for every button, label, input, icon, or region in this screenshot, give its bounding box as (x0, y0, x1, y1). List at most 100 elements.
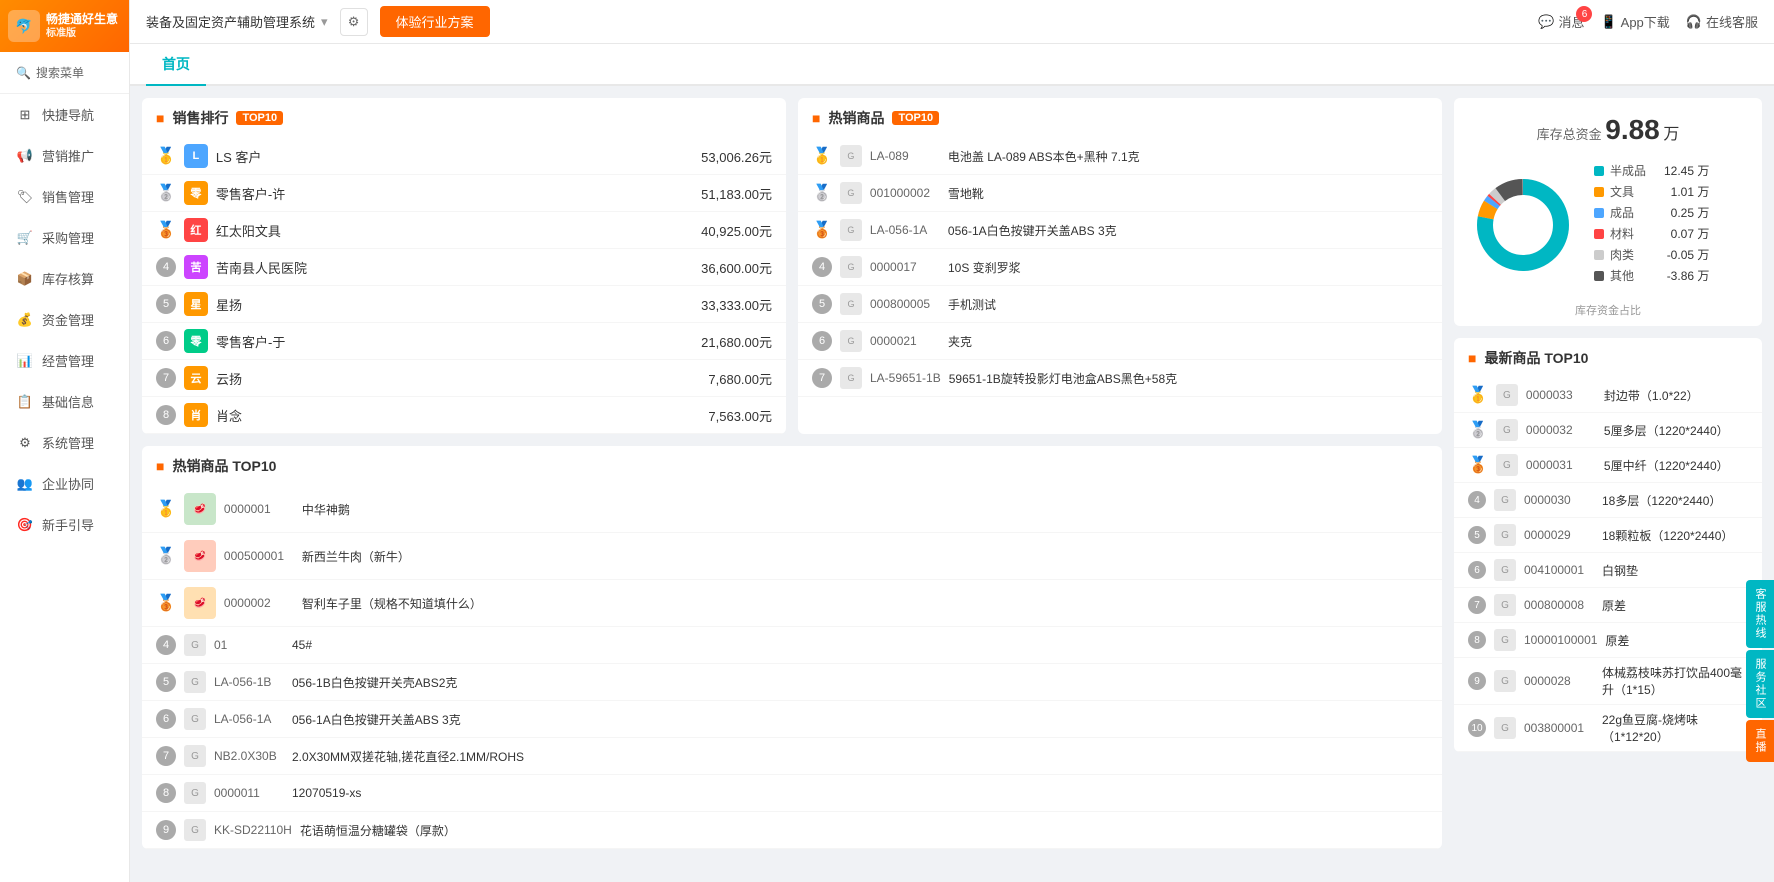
hot-right-code-2: 001000002 (870, 186, 940, 200)
nav-finance-icon: 💰 (16, 311, 34, 329)
nav-item-guide[interactable]: 🎯 新手引导 (0, 504, 129, 545)
hot-right-code-7: LA-59651-1B (870, 371, 941, 385)
legend-dot-1 (1594, 187, 1604, 197)
hot-main-name-9: 花语萌恒温分糖罐袋（厚款） (300, 822, 1428, 839)
nav-item-sales[interactable]: 🏷 销售管理 (0, 176, 129, 217)
nav-item-operations[interactable]: 📊 经营管理 (0, 340, 129, 381)
float-service: 客服热线 服务社区 直播 (1746, 580, 1774, 762)
live-button[interactable]: 直播 (1746, 720, 1774, 762)
latest-code-7: 000800008 (1524, 598, 1594, 612)
latest-num-5: 5 (1468, 526, 1486, 544)
latest-row-7: 7 G 000800008 原差 (1454, 588, 1762, 623)
sales-rank-heading: 销售排行 (172, 108, 228, 128)
latest-name-3: 5厘中纤（1220*2440） (1604, 457, 1748, 474)
nav-item-marketing[interactable]: 📢 营销推广 (0, 135, 129, 176)
latest-img-7: G (1494, 594, 1516, 616)
nav-item-purchase[interactable]: 🛒 采购管理 (0, 217, 129, 258)
hot-main-medal-3: 🥉 (156, 593, 176, 613)
hot-right-img-5: G (840, 293, 862, 315)
nav-inventory-icon: 📦 (16, 270, 34, 288)
hot-main-row-4: 4 G 01 45# (142, 627, 1442, 664)
hot-products-right-title-icon: ■ (812, 110, 820, 126)
hot-right-medal-1: 🥇 (812, 146, 832, 166)
app-logo: 🐬 畅捷通好生意 标准版 (0, 0, 129, 52)
hot-right-num-4: 4 (812, 257, 832, 277)
main-area: 装备及固定资产辅助管理系统 ▾ ⚙ 体验行业方案 💬 消息 6 📱 App下载 … (130, 0, 1774, 882)
medal-3-icon: 🥉 (156, 220, 176, 240)
trial-button[interactable]: 体验行业方案 (380, 6, 490, 37)
hot-right-name-7: 59651-1B旋转投影灯电池盒ABS黑色+58克 (949, 370, 1428, 387)
settings-button[interactable]: ⚙ (340, 8, 368, 36)
online-service-button[interactable]: 🎧 在线客服 (1686, 12, 1758, 31)
latest-name-6: 白钢垫 (1602, 562, 1748, 579)
app-download-button[interactable]: 📱 App下载 (1600, 12, 1669, 31)
legend-item-5: 其他 -3.86 万 (1594, 267, 1709, 284)
hot-right-row-5: 5 G 000800005 手机测试 (798, 286, 1442, 323)
hot-main-img-8: G (184, 782, 206, 804)
sales-rank-row-7: 7 云 云扬 7,680.00元 (142, 360, 786, 397)
latest-code-2: 0000032 (1526, 423, 1596, 437)
rank-num-7: 7 (156, 368, 176, 388)
hot-products-main-title: 热销商品 TOP10 (172, 456, 276, 476)
nav-operations-icon: 📊 (16, 352, 34, 370)
hot-main-code-6: LA-056-1A (214, 712, 284, 726)
inventory-donut-chart (1468, 170, 1578, 280)
latest-num-8: 8 (1468, 631, 1486, 649)
nav-item-inventory[interactable]: 📦 库存核算 (0, 258, 129, 299)
hot-main-medal-2: 🥈 (156, 546, 176, 566)
search-menu-button[interactable]: 🔍 搜索菜单 (10, 60, 119, 85)
top-two-col: ■ 销售排行 TOP10 🥇 L LS 客户 53,006.26元 🥈 零 零售… (142, 98, 1442, 434)
customer-amount-2: 51,183.00元 (701, 184, 772, 203)
hot-main-code-5: LA-056-1B (214, 675, 284, 689)
hot-products-right-card: ■ 热销商品 TOP10 🥇 G LA-089 电池盖 LA-089 ABS本色… (798, 98, 1442, 434)
hot-main-name-7: 2.0X30MM双搓花轴,搓花直径2.1MM/ROHS (292, 748, 1428, 765)
logo-icon: 🐬 (8, 10, 40, 42)
nav-item-system[interactable]: ⚙ 系统管理 (0, 422, 129, 463)
hot-main-img-3: 🥩 (184, 587, 216, 619)
content-area: ■ 销售排行 TOP10 🥇 L LS 客户 53,006.26元 🥈 零 零售… (130, 86, 1774, 882)
latest-name-2: 5厘多层（1220*2440） (1604, 422, 1748, 439)
message-button[interactable]: 💬 消息 6 (1538, 12, 1584, 31)
customer-service-button[interactable]: 客服热线 (1746, 580, 1774, 648)
hot-main-num-6: 6 (156, 709, 176, 729)
latest-img-3: G (1496, 454, 1518, 476)
hot-right-img-3: G (840, 219, 862, 241)
sales-rank-card: ■ 销售排行 TOP10 🥇 L LS 客户 53,006.26元 🥈 零 零售… (142, 98, 786, 434)
avatar-5: 星 (184, 292, 208, 316)
nav-item-enterprise[interactable]: 👥 企业协同 (0, 463, 129, 504)
customer-amount-3: 40,925.00元 (701, 221, 772, 240)
hot-right-code-6: 0000021 (870, 334, 940, 348)
sidebar: 🐬 畅捷通好生意 标准版 🔍 搜索菜单 ⊞ 快捷导航 📢 营销推广 🏷 销售管理… (0, 0, 130, 882)
legend-dot-3 (1594, 229, 1604, 239)
hot-right-code-3: LA-056-1A (870, 223, 940, 237)
customer-name-2: 零售客户-许 (216, 184, 693, 203)
hot-main-img-4: G (184, 634, 206, 656)
avatar-2: 零 (184, 181, 208, 205)
legend-dot-2 (1594, 208, 1604, 218)
hot-right-num-7: 7 (812, 368, 832, 388)
latest-row-8: 8 G 10000100001 原差 (1454, 623, 1762, 658)
latest-name-5: 18颗粒板（1220*2440） (1602, 527, 1748, 544)
sales-rank-title: ■ (156, 110, 164, 126)
hot-main-code-4: 01 (214, 638, 284, 652)
customer-name-1: LS 客户 (216, 147, 693, 166)
nav-item-finance[interactable]: 💰 资金管理 (0, 299, 129, 340)
hot-main-row-9: 9 G KK-SD22110H 花语萌恒温分糖罐袋（厚款） (142, 812, 1442, 849)
nav-item-basic-info[interactable]: 📋 基础信息 (0, 381, 129, 422)
rank-num-4: 4 (156, 257, 176, 277)
customer-name-8: 肖念 (216, 406, 700, 425)
hot-main-row-3: 🥉 🥩 0000002 智利车子里（规格不知道填什么） (142, 580, 1442, 627)
hot-main-num-4: 4 (156, 635, 176, 655)
sidebar-search-area[interactable]: 🔍 搜索菜单 (0, 52, 129, 94)
hot-main-name-5: 056-1B白色按键开关壳ABS2克 (292, 674, 1428, 691)
hot-main-name-3: 智利车子里（规格不知道填什么） (302, 595, 1428, 612)
service-community-button[interactable]: 服务社区 (1746, 650, 1774, 718)
home-tab[interactable]: 首页 (146, 44, 206, 86)
hot-main-num-7: 7 (156, 746, 176, 766)
nav-quick-icon: ⊞ (16, 106, 34, 124)
sales-rank-row-2: 🥈 零 零售客户-许 51,183.00元 (142, 175, 786, 212)
sales-rank-row-1: 🥇 L LS 客户 53,006.26元 (142, 138, 786, 175)
nav-item-quick[interactable]: ⊞ 快捷导航 (0, 94, 129, 135)
hot-right-img-7: G (840, 367, 862, 389)
search-icon: 🔍 (16, 66, 31, 80)
